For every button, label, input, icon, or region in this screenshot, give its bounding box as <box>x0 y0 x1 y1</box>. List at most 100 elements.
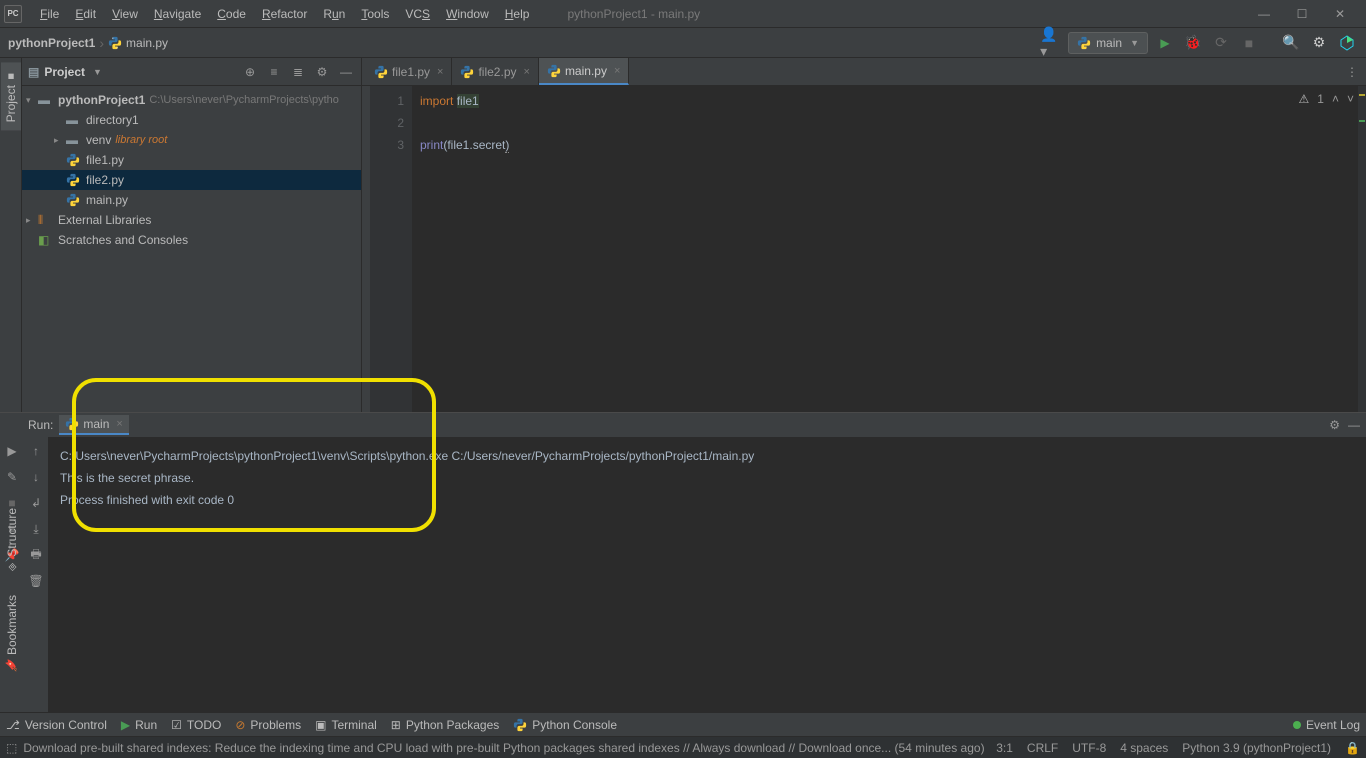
user-icon[interactable]: 👤▾ <box>1040 32 1062 54</box>
caret-position[interactable]: 3:1 <box>996 741 1013 755</box>
soft-wrap-icon[interactable]: ↲ <box>26 493 46 513</box>
menu-help[interactable]: Help <box>497 7 538 21</box>
down-stack-icon[interactable]: ↓ <box>26 467 46 487</box>
folder-icon: ▬ <box>66 113 82 127</box>
python-icon <box>1077 36 1091 50</box>
locate-icon[interactable]: ⊕ <box>241 63 259 81</box>
run-config-selector[interactable]: main ▼ <box>1068 32 1148 54</box>
tab-bookmarks[interactable]: 🔖 Bookmarks <box>0 587 22 680</box>
tab-main[interactable]: main.py × <box>539 58 629 85</box>
panel-settings-icon[interactable]: ⚙ <box>313 63 331 81</box>
editor-tabs: file1.py × file2.py × main.py × ⋮ <box>362 58 1366 86</box>
tree-label: directory1 <box>86 113 139 127</box>
breadcrumb-project[interactable]: pythonProject1 <box>8 36 95 50</box>
editor-content[interactable]: 1 2 3 import file1 print(file1.secret) ⚠… <box>362 86 1366 412</box>
run-tab-main[interactable]: main × <box>59 415 128 435</box>
tree-item-file2[interactable]: file2.py <box>22 170 361 190</box>
close-tab-icon[interactable]: × <box>524 66 530 78</box>
console-line: This is the secret phrase. <box>60 467 1354 489</box>
menu-refactor[interactable]: Refactor <box>254 7 315 21</box>
search-icon[interactable]: 🔍 <box>1280 32 1302 54</box>
code-with-me-icon[interactable] <box>1336 32 1358 54</box>
tree-item-main[interactable]: main.py <box>22 190 361 210</box>
menu-edit[interactable]: Edit <box>67 7 104 21</box>
editor-area: file1.py × file2.py × main.py × ⋮ 1 2 3 <box>362 58 1366 412</box>
expand-all-icon[interactable]: ≡ <box>265 63 283 81</box>
tab-file1[interactable]: file1.py × <box>366 58 452 85</box>
warning-count: 1 <box>1317 92 1324 106</box>
debug-button[interactable]: 🐞 <box>1182 32 1204 54</box>
menu-vcs[interactable]: VCS <box>397 7 438 21</box>
line-number: 3 <box>374 134 404 156</box>
menu-window[interactable]: Window <box>438 7 497 21</box>
tab-options-icon[interactable]: ⋮ <box>1346 65 1358 79</box>
python-file-icon <box>460 65 474 79</box>
close-tab-icon[interactable]: × <box>437 66 443 78</box>
tab-project[interactable]: Project ■ <box>1 62 21 130</box>
tree-label: file1.py <box>86 153 124 167</box>
python-file-icon <box>66 153 82 167</box>
code-line <box>420 112 1358 134</box>
breadcrumb-file[interactable]: main.py <box>126 36 168 50</box>
scroll-end-icon[interactable]: ⤓ <box>26 519 46 539</box>
app-icon: PC <box>4 5 22 23</box>
code-area[interactable]: import file1 print(file1.secret) <box>412 86 1366 412</box>
run-with-coverage-button[interactable]: ⟳ <box>1210 32 1232 54</box>
download-icon[interactable]: ⬚ <box>6 741 17 755</box>
tree-scratches[interactable]: ◧ Scratches and Consoles <box>22 230 361 250</box>
collapse-all-icon[interactable]: ≣ <box>289 63 307 81</box>
tab-file2[interactable]: file2.py × <box>452 58 538 85</box>
hide-panel-icon[interactable]: — <box>337 63 355 81</box>
tab-structure[interactable]: 🞜 Structure <box>0 500 22 579</box>
menu-view[interactable]: View <box>104 7 146 21</box>
tree-external-libs[interactable]: ▸ ⫴ External Libraries <box>22 210 361 230</box>
close-tab-icon[interactable]: × <box>614 65 620 77</box>
run-settings-icon[interactable]: ⚙ <box>1329 418 1340 432</box>
run-button[interactable]: ▶ <box>1154 32 1176 54</box>
project-tree[interactable]: ▾ ▬ pythonProject1 C:\Users\never\Pychar… <box>22 86 361 254</box>
expand-arrow-icon[interactable]: ▸ <box>26 215 38 226</box>
library-root-hint: library root <box>115 134 167 146</box>
chevron-down-icon[interactable]: ˅ <box>1347 92 1354 106</box>
menu-code[interactable]: Code <box>209 7 254 21</box>
up-stack-icon[interactable]: ↑ <box>26 441 46 461</box>
console-output[interactable]: C:\Users\never\PycharmProjects\pythonPro… <box>48 437 1366 712</box>
close-tab-icon[interactable]: × <box>116 418 122 430</box>
chevron-up-icon[interactable]: ˄ <box>1332 92 1339 106</box>
run-secondary-strip: ↑ ↓ ↲ ⤓ 🖶 🗑 <box>24 437 48 712</box>
inspections-widget[interactable]: ⚠ 1 ˄ ˅ <box>1299 92 1354 106</box>
tree-label: file2.py <box>86 173 124 187</box>
tree-root[interactable]: ▾ ▬ pythonProject1 C:\Users\never\Pychar… <box>22 90 361 110</box>
tree-item-venv[interactable]: ▸ ▬ venv library root <box>22 130 361 150</box>
project-panel-header: ▤ Project ▼ ⊕ ≡ ≣ ⚙ — <box>22 58 361 86</box>
expand-arrow-icon[interactable]: ▸ <box>54 135 66 146</box>
menu-run[interactable]: Run <box>315 7 353 21</box>
chevron-down-icon[interactable]: ▼ <box>93 67 102 77</box>
tree-label: venv <box>86 133 111 147</box>
tree-item-directory1[interactable]: ▬ directory1 <box>22 110 361 130</box>
stop-button[interactable]: ■ <box>1238 32 1260 54</box>
close-button[interactable]: ✕ <box>1330 7 1350 21</box>
status-message[interactable]: Download pre-built shared indexes: Reduc… <box>23 741 984 755</box>
maximize-button[interactable]: ☐ <box>1292 7 1312 21</box>
print-icon[interactable]: 🖶 <box>26 545 46 565</box>
line-separator[interactable]: CRLF <box>1027 741 1058 755</box>
menu-navigate[interactable]: Navigate <box>146 7 209 21</box>
expand-arrow-icon[interactable]: ▾ <box>26 95 38 106</box>
minimize-button[interactable]: — <box>1254 7 1274 21</box>
settings-icon[interactable]: ⚙ <box>1308 32 1330 54</box>
left-tool-strip: Project ■ <box>0 58 22 412</box>
indent-config[interactable]: 4 spaces <box>1120 741 1168 755</box>
console-line: Process finished with exit code 0 <box>60 489 1354 511</box>
chevron-down-icon: ▼ <box>1130 38 1139 48</box>
panel-title[interactable]: Project <box>44 65 85 79</box>
lock-icon[interactable]: 🔒 <box>1345 741 1360 755</box>
trash-icon[interactable]: 🗑 <box>26 571 46 591</box>
interpreter[interactable]: Python 3.9 (pythonProject1) <box>1182 741 1331 755</box>
hide-panel-icon[interactable]: — <box>1348 418 1360 432</box>
tree-item-file1[interactable]: file1.py <box>22 150 361 170</box>
menu-tools[interactable]: Tools <box>353 7 397 21</box>
file-encoding[interactable]: UTF-8 <box>1072 741 1106 755</box>
error-stripe[interactable] <box>1358 86 1366 412</box>
menu-file[interactable]: File <box>32 7 67 21</box>
